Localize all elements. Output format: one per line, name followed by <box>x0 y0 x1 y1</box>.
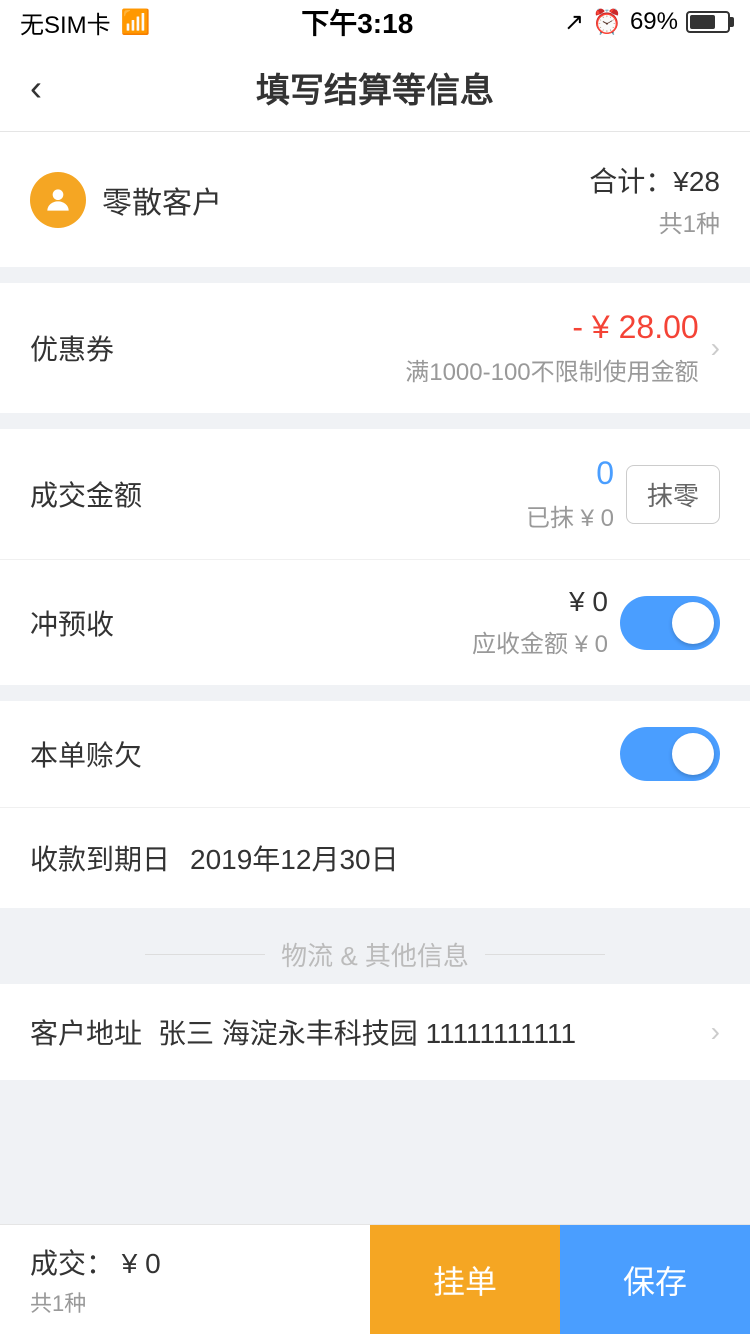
coupon-label: 优惠券 <box>30 328 114 368</box>
logistics-label-row: 物流 & 其他信息 <box>145 936 605 973</box>
coupon-row[interactable]: 优惠券 - ¥ 28.00 满1000-100不限制使用金额 › <box>0 283 750 413</box>
credit-card: 本单赊欠 收款到期日 2019年12月30日 <box>0 701 750 908</box>
alarm-icon: ⏰ <box>592 8 622 37</box>
sim-label: 无SIM卡 <box>20 5 111 40</box>
prepayment-toggle[interactable] <box>620 596 720 650</box>
credit-label: 本单赊欠 <box>30 734 142 774</box>
status-time: 下午3:18 <box>301 2 413 42</box>
bottom-deal-row: 成交： ¥ 0 <box>30 1242 340 1282</box>
total-count: 共1种 <box>589 204 720 239</box>
battery-percent: 69% <box>630 8 678 36</box>
deal-amount-label: 成交金额 <box>30 474 142 514</box>
coupon-chevron-icon: › <box>711 332 720 364</box>
deal-amount-right: 0 已抹 ¥ 0 抹零 <box>526 455 720 533</box>
coupon-card[interactable]: 优惠券 - ¥ 28.00 满1000-100不限制使用金额 › <box>0 283 750 413</box>
deal-amount-value: 0 <box>596 455 614 492</box>
deal-amount-sub: 已抹 ¥ 0 <box>526 498 614 533</box>
prepayment-block: ¥ 0 应收金额 ¥ 0 <box>472 586 608 659</box>
address-row[interactable]: 客户地址 张三 海淀永丰科技园 11111111111 › <box>0 984 750 1080</box>
prepayment-label: 冲预收 <box>30 603 114 643</box>
address-value: 张三 海淀永丰科技园 11111111111 <box>142 1012 711 1052</box>
credit-toggle[interactable] <box>620 727 720 781</box>
bottom-count: 共1种 <box>30 1286 340 1318</box>
customer-card: 零散客户 合计：¥28 共1种 <box>0 132 750 267</box>
logistics-divider: 物流 & 其他信息 <box>0 924 750 984</box>
bottom-deal-amount: ¥ 0 <box>122 1248 161 1279</box>
hold-button[interactable]: 挂单 <box>370 1225 560 1334</box>
due-date-row: 收款到期日 2019年12月30日 <box>0 808 750 908</box>
customer-name: 零散客户 <box>102 178 222 222</box>
customer-total: 合计：¥28 共1种 <box>589 160 720 239</box>
coupon-discount: - ¥ 28.00 <box>572 309 698 346</box>
save-button[interactable]: 保存 <box>560 1225 750 1334</box>
bottom-buttons: 挂单 保存 <box>370 1225 750 1334</box>
logistics-label: 物流 & 其他信息 <box>281 936 469 973</box>
status-bar: 无SIM卡 📶 下午3:18 ↗ ⏰ 69% <box>0 0 750 44</box>
due-date-value: 2019年12月30日 <box>190 838 399 878</box>
credit-row: 本单赊欠 <box>0 701 750 808</box>
due-date-label: 收款到期日 <box>30 838 170 878</box>
customer-avatar <box>30 172 86 228</box>
deal-card: 成交金额 0 已抹 ¥ 0 抹零 冲预收 ¥ 0 应收金额 ¥ 0 <box>0 429 750 685</box>
address-chevron-icon: › <box>711 1016 720 1048</box>
wifi-icon: 📶 <box>121 8 151 37</box>
address-card[interactable]: 客户地址 张三 海淀永丰科技园 11111111111 › <box>0 984 750 1080</box>
hold-button-label: 挂单 <box>433 1257 497 1303</box>
round-zero-button[interactable]: 抹零 <box>626 465 720 524</box>
main-content: 零散客户 合计：¥28 共1种 优惠券 - ¥ 28.00 满1000-100不… <box>0 132 750 1216</box>
address-label: 客户地址 <box>30 1012 142 1052</box>
coupon-amount-block: - ¥ 28.00 满1000-100不限制使用金额 <box>405 309 698 387</box>
credit-right <box>620 727 720 781</box>
status-right: ↗ ⏰ 69% <box>564 8 730 37</box>
coupon-right: - ¥ 28.00 满1000-100不限制使用金额 › <box>405 309 720 387</box>
prepayment-sub: 应收金额 ¥ 0 <box>472 624 608 659</box>
back-button[interactable]: ‹ <box>30 67 42 109</box>
coupon-description: 满1000-100不限制使用金额 <box>405 352 698 387</box>
battery-icon <box>686 11 730 33</box>
nav-bar: ‹ 填写结算等信息 <box>0 44 750 132</box>
bottom-deal-label: 成交： <box>30 1248 114 1279</box>
prepayment-value: ¥ 0 <box>569 586 608 618</box>
deal-amount-block: 0 已抹 ¥ 0 <box>526 455 614 533</box>
location-icon: ↗ <box>564 8 584 37</box>
logistics-line-left <box>145 954 265 955</box>
page-title: 填写结算等信息 <box>256 63 494 112</box>
bottom-bar: 成交： ¥ 0 共1种 挂单 保存 <box>0 1224 750 1334</box>
deal-amount-row: 成交金额 0 已抹 ¥ 0 抹零 <box>0 429 750 560</box>
customer-info: 零散客户 <box>30 172 222 228</box>
customer-row: 零散客户 合计：¥28 共1种 <box>0 132 750 267</box>
save-button-label: 保存 <box>623 1257 687 1303</box>
prepayment-row: 冲预收 ¥ 0 应收金额 ¥ 0 <box>0 560 750 685</box>
total-amount: 合计：¥28 <box>589 160 720 200</box>
bottom-info: 成交： ¥ 0 共1种 <box>0 1242 370 1318</box>
status-left: 无SIM卡 📶 <box>20 5 151 40</box>
prepayment-right: ¥ 0 应收金额 ¥ 0 <box>472 586 720 659</box>
logistics-line-right <box>485 954 605 955</box>
